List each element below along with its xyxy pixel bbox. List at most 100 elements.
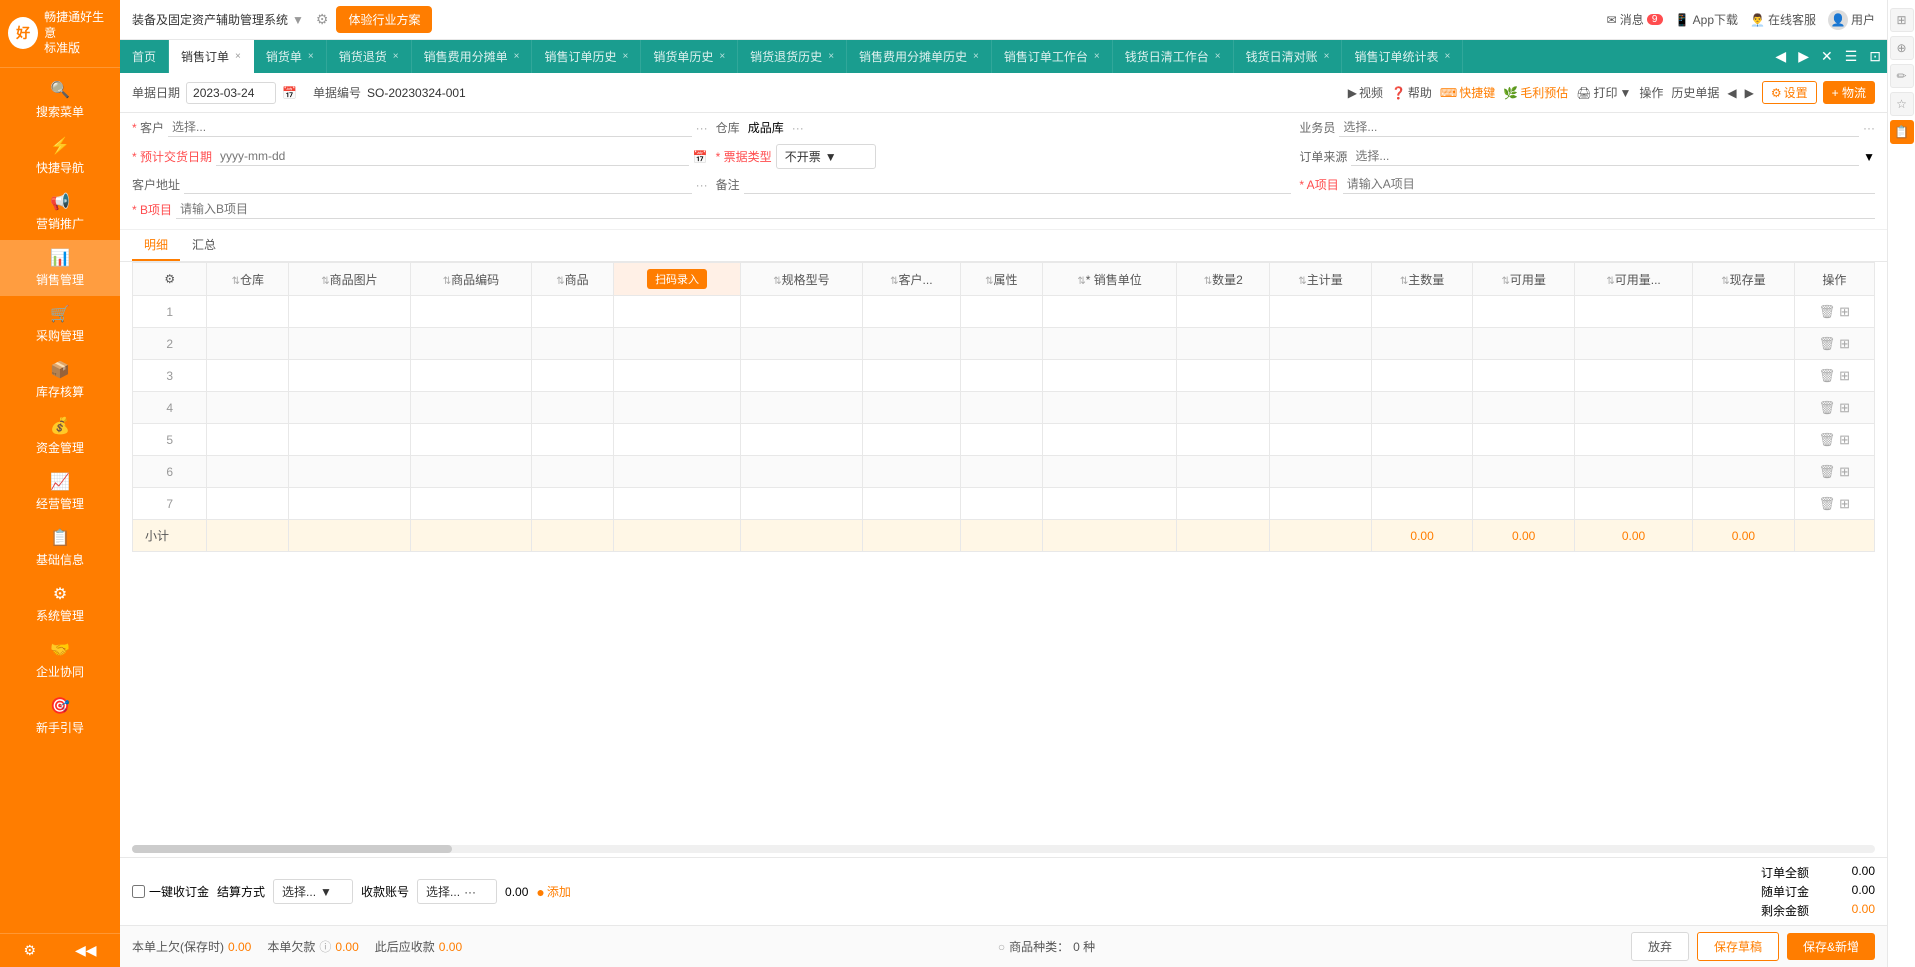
col-sort-icon[interactable]: ⇅	[232, 276, 240, 287]
tab-8[interactable]: 销售费用分摊单历史×	[847, 40, 992, 73]
invoice-select[interactable]: 不开票 ▼	[776, 144, 876, 169]
col-sort-icon[interactable]: ⇅	[1204, 276, 1212, 287]
tab-close-8[interactable]: ×	[973, 51, 979, 62]
online-service-btn[interactable]: 👨‍💼 在线客服	[1750, 11, 1816, 28]
sidebar-item-5[interactable]: 📦库存核算	[0, 352, 120, 408]
one-click-checkbox[interactable]	[132, 885, 145, 898]
sidebar-item-8[interactable]: 📋基础信息	[0, 520, 120, 576]
tab-11[interactable]: 钱货日清对账×	[1234, 40, 1343, 73]
copy-icon-4[interactable]: ⊞	[1839, 400, 1850, 416]
sidebar-item-4[interactable]: 🛒采购管理	[0, 296, 120, 352]
payment-method-select[interactable]: 选择... ▼	[273, 879, 353, 904]
user-btn[interactable]: 👤 用户	[1828, 10, 1875, 30]
tab-close-11[interactable]: ×	[1324, 51, 1330, 62]
copy-icon-2[interactable]: ⊞	[1839, 336, 1850, 352]
right-panel-icon-2[interactable]: ⊕	[1890, 36, 1914, 60]
delete-icon-2[interactable]: 🗑	[1819, 336, 1836, 352]
col-sort-icon[interactable]: ⇅	[443, 276, 451, 287]
tab-4[interactable]: 销售费用分摊单×	[412, 40, 533, 73]
tab-scroll-left[interactable]: ◀	[1769, 48, 1792, 65]
tab-close-6[interactable]: ×	[719, 51, 725, 62]
sidebar-item-0[interactable]: 🔍搜索菜单	[0, 72, 120, 128]
col-sort-icon[interactable]: ⇅	[1298, 276, 1306, 287]
sidebar-item-9[interactable]: ⚙系统管理	[0, 576, 120, 632]
discard-btn[interactable]: 放弃	[1631, 932, 1689, 961]
tab-close-7[interactable]: ×	[828, 51, 834, 62]
warehouse-more-icon[interactable]: ···	[792, 121, 804, 135]
tab-scroll-right[interactable]: ▶	[1792, 48, 1815, 65]
operate-btn[interactable]: 操作	[1639, 84, 1663, 101]
tab-9[interactable]: 销售订单工作台×	[992, 40, 1113, 73]
project-a-input[interactable]	[1343, 175, 1875, 194]
tab-3[interactable]: 销货退货×	[327, 40, 412, 73]
gear-icon[interactable]: ⚙	[316, 11, 329, 28]
project-b-input[interactable]	[176, 200, 1875, 219]
customer-more-icon[interactable]: ···	[696, 121, 708, 135]
data-table-wrapper[interactable]: ⚙⇅仓库⇅商品图片⇅商品编码⇅商品扫码录入⇅规格型号⇅客户...⇅属性⇅* 销售…	[120, 262, 1887, 841]
right-panel-icon-4[interactable]: ☆	[1890, 92, 1914, 116]
sidebar-item-6[interactable]: 💰资金管理	[0, 408, 120, 464]
cell-action-2[interactable]: 🗑⊞	[1794, 328, 1874, 360]
tab-expand[interactable]: ⊡	[1863, 48, 1887, 65]
right-panel-icon-5[interactable]: 📋	[1890, 120, 1914, 144]
cell-action-3[interactable]: 🗑⊞	[1794, 360, 1874, 392]
copy-icon-5[interactable]: ⊞	[1839, 432, 1850, 448]
remarks-input[interactable]	[744, 175, 1292, 194]
col-sort-icon[interactable]: ⇅	[321, 276, 329, 287]
col-sort-icon[interactable]: ⇅	[890, 276, 898, 287]
tab-close-5[interactable]: ×	[622, 51, 628, 62]
tab-menu[interactable]: ☰	[1839, 48, 1864, 65]
tab-1[interactable]: 销售订单×	[169, 40, 254, 73]
save-draft-btn[interactable]: 保存草稿	[1697, 932, 1779, 961]
profit-btn[interactable]: 🌿 毛利预估	[1503, 84, 1568, 101]
tab-close-3[interactable]: ×	[393, 51, 399, 62]
tab-close-12[interactable]: ×	[1444, 51, 1450, 62]
save-new-btn[interactable]: 保存&新增	[1787, 933, 1875, 960]
account-select[interactable]: 选择... ···	[417, 879, 497, 904]
sidebar-item-11[interactable]: 🎯新手引导	[0, 688, 120, 744]
customer-address-input[interactable]	[184, 175, 692, 194]
col-sort-icon[interactable]: ⇅	[556, 276, 564, 287]
right-panel-icon-3[interactable]: ✏	[1890, 64, 1914, 88]
col-sort-icon[interactable]: ⇅	[1721, 276, 1729, 287]
add-payment-btn[interactable]: ● 添加	[536, 883, 570, 900]
sidebar-item-3[interactable]: 📊销售管理	[0, 240, 120, 296]
col-sort-icon[interactable]: ⇅	[1501, 276, 1509, 287]
delete-icon-3[interactable]: 🗑	[1819, 368, 1836, 384]
tab-close-2[interactable]: ×	[308, 51, 314, 62]
order-source-input[interactable]	[1351, 147, 1859, 166]
tab-close-9[interactable]: ×	[1094, 51, 1100, 62]
tab-close-all[interactable]: ✕	[1815, 48, 1839, 65]
tab-7[interactable]: 销货退货历史×	[738, 40, 847, 73]
copy-icon-7[interactable]: ⊞	[1839, 496, 1850, 512]
date-input[interactable]: 2023-03-24	[186, 82, 276, 104]
table-tab-1[interactable]: 汇总	[180, 230, 228, 261]
order-source-dropdown-icon[interactable]: ▼	[1863, 150, 1875, 164]
calendar-icon[interactable]: 📅	[282, 86, 297, 100]
scan-btn[interactable]: 扫码录入	[647, 269, 707, 289]
tab-close-4[interactable]: ×	[514, 51, 520, 62]
cell-action-1[interactable]: 🗑⊞	[1794, 296, 1874, 328]
shortcut-btn[interactable]: ⌨ 快捷键	[1440, 84, 1495, 101]
col-sort-icon[interactable]: ⇅	[773, 276, 781, 287]
tab-10[interactable]: 钱货日清工作台×	[1113, 40, 1234, 73]
cell-action-7[interactable]: 🗑⊞	[1794, 488, 1874, 520]
tab-close-1[interactable]: ×	[235, 51, 241, 62]
account-more-icon[interactable]: ···	[464, 885, 476, 899]
scroll-thumb[interactable]	[132, 845, 452, 853]
sidebar-item-1[interactable]: ⚡快捷导航	[0, 128, 120, 184]
view-btn[interactable]: ▶ 视频	[1348, 84, 1383, 101]
cell-action-6[interactable]: 🗑⊞	[1794, 456, 1874, 488]
right-panel-icon-1[interactable]: ⊞	[1890, 8, 1914, 32]
cell-action-5[interactable]: 🗑⊞	[1794, 424, 1874, 456]
col-sort-icon[interactable]: ⇅	[1606, 276, 1614, 287]
table-tab-0[interactable]: 明细	[132, 230, 180, 261]
app-download-btn[interactable]: 📱 App下载	[1675, 11, 1738, 28]
col-sort-icon[interactable]: ⇅	[985, 276, 993, 287]
settings-btn[interactable]: ⚙ 设置	[1762, 81, 1817, 104]
tab-close-10[interactable]: ×	[1215, 51, 1221, 62]
messages-btn[interactable]: ✉ 消息 9	[1607, 11, 1663, 28]
col-sort-icon[interactable]: ⇅	[1077, 276, 1085, 287]
salesperson-more-icon[interactable]: ···	[1863, 121, 1875, 135]
delete-icon-7[interactable]: 🗑	[1819, 496, 1836, 512]
